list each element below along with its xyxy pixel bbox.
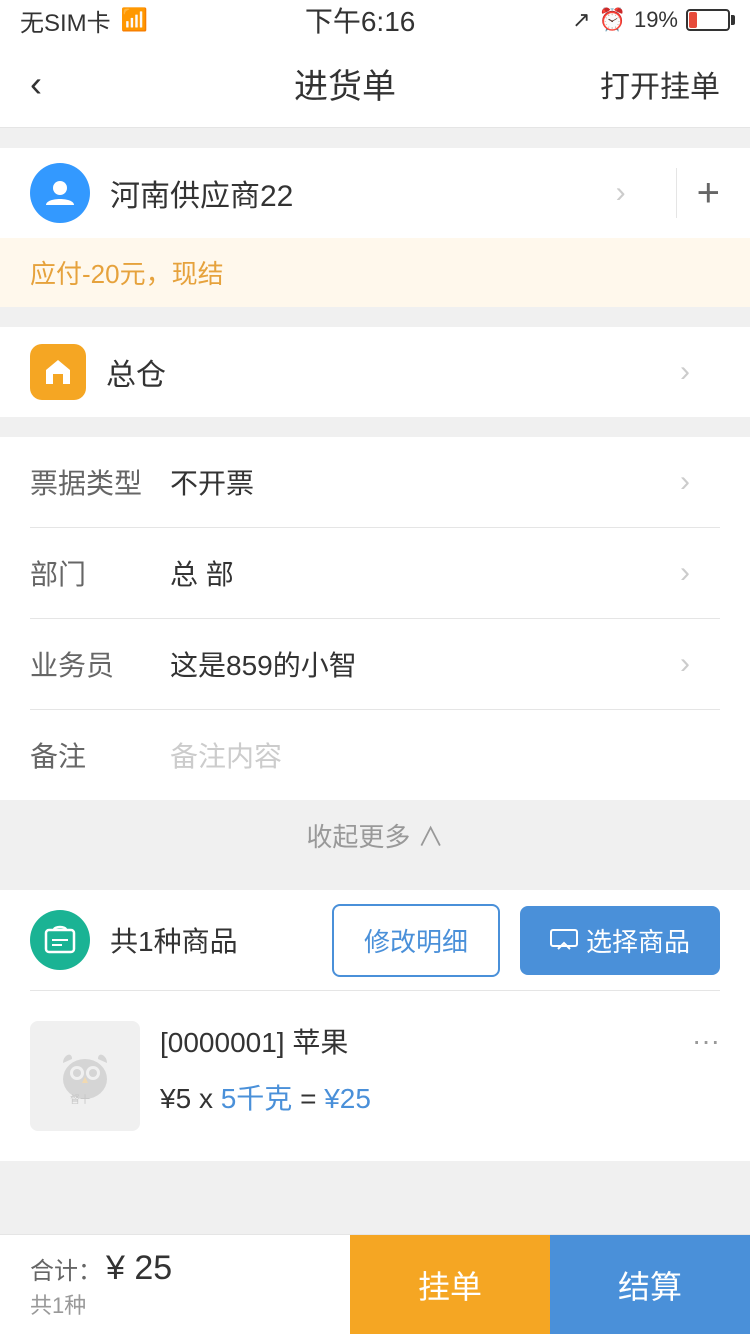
nav-bar: ‹ 进货单 打开挂单 (0, 40, 750, 128)
select-product-label: 选择商品 (586, 922, 690, 959)
warehouse-name: 总仓 (106, 350, 680, 394)
invoice-label: 票据类型 (30, 462, 170, 502)
total-row: 合计： ¥ 25 (30, 1249, 320, 1288)
invoice-chevron-icon: › (680, 465, 690, 499)
collapse-label: 收起更多 ∧ (306, 817, 443, 854)
product-more-button[interactable]: ··· (692, 1021, 720, 1131)
department-chevron-icon: › (680, 556, 690, 590)
product-code: [0000001] (160, 1027, 285, 1058)
total-count: 共1种 (30, 1288, 320, 1320)
product-header: 共1种商品 修改明细 选择商品 (0, 890, 750, 990)
total-label: 合计： (30, 1251, 102, 1286)
select-product-button[interactable]: 选择商品 (520, 906, 720, 975)
separator-4 (0, 870, 750, 890)
remark-label: 备注 (30, 735, 170, 775)
product-title: 苹果 (292, 1027, 348, 1058)
price-value: ¥5 (160, 1083, 191, 1114)
checkout-button[interactable]: 结算 (550, 1235, 750, 1334)
separator-3 (0, 417, 750, 437)
salesman-row[interactable]: 业务员 这是859的小智 › (0, 619, 750, 709)
price-separator: x (199, 1083, 221, 1114)
alarm-icon: ⏰ (599, 7, 626, 33)
product-section: 共1种商品 修改明细 选择商品 督十 (0, 890, 750, 1161)
status-bar: 无SIM卡 📶 下午6:16 ↗ ⏰ 19% (0, 0, 750, 40)
product-section-icon (30, 910, 90, 970)
carrier-text: 无SIM卡 (20, 3, 111, 38)
status-right: ↗ ⏰ 19% (572, 7, 730, 33)
status-time: 下午6:16 (305, 0, 416, 40)
supplier-avatar (30, 163, 90, 223)
footer-total: 合计： ¥ 25 共1种 (0, 1235, 350, 1334)
status-left: 无SIM卡 📶 (20, 3, 148, 38)
form-section: 票据类型 不开票 › 部门 总 部 › 业务员 这是859的小智 › 备注 备注… (0, 437, 750, 800)
department-value: 总 部 (170, 553, 680, 593)
warehouse-section: 总仓 › (0, 327, 750, 417)
product-price: ¥5 x 5千克 = ¥25 (160, 1077, 672, 1117)
chevron-right-icon: › (616, 176, 626, 210)
salesman-chevron-icon: › (680, 647, 690, 681)
salesman-value: 这是859的小智 (170, 644, 680, 684)
open-pending-button[interactable]: 打开挂单 (600, 62, 720, 106)
supplier-notice: 应付-20元，现结 (0, 238, 750, 307)
location-icon: ↗ (572, 7, 590, 33)
separator-1 (0, 128, 750, 148)
product-name: [0000001] 苹果 (160, 1021, 672, 1061)
battery-icon (686, 9, 730, 31)
supplier-name: 河南供应商22 (110, 171, 616, 215)
department-row[interactable]: 部门 总 部 › (0, 528, 750, 618)
separator-2 (0, 307, 750, 327)
invoice-value: 不开票 (170, 462, 680, 502)
add-supplier-button[interactable]: + (697, 171, 720, 216)
battery-percent: 19% (634, 7, 678, 33)
remark-value[interactable]: 备注内容 (170, 735, 720, 775)
remark-row[interactable]: 备注 备注内容 (0, 710, 750, 800)
product-item: 督十 [0000001] 苹果 ¥5 x 5千克 = ¥25 ··· (0, 991, 750, 1161)
hang-button[interactable]: 挂单 (350, 1235, 550, 1334)
product-total: ¥25 (324, 1083, 371, 1114)
product-count-label: 共1种商品 (110, 920, 312, 960)
invoice-type-row[interactable]: 票据类型 不开票 › (0, 437, 750, 527)
total-amount: ¥ 25 (106, 1249, 172, 1288)
supplier-row[interactable]: 河南供应商22 › + (0, 148, 750, 238)
salesman-label: 业务员 (30, 644, 170, 684)
warehouse-icon (30, 344, 86, 400)
svg-text:督十: 督十 (70, 1093, 90, 1106)
page-title: 进货单 (294, 59, 396, 108)
department-label: 部门 (30, 553, 170, 593)
warehouse-chevron-icon: › (680, 355, 690, 389)
collapse-button[interactable]: 收起更多 ∧ (0, 800, 750, 870)
supplier-divider (676, 168, 677, 218)
product-info: [0000001] 苹果 ¥5 x 5千克 = ¥25 (160, 1021, 672, 1131)
warehouse-row[interactable]: 总仓 › (0, 327, 750, 417)
supplier-section: 河南供应商22 › + 应付-20元，现结 (0, 148, 750, 307)
product-thumbnail: 督十 (30, 1021, 140, 1131)
wifi-icon: 📶 (121, 7, 148, 33)
edit-detail-button[interactable]: 修改明细 (332, 904, 500, 977)
footer: 合计： ¥ 25 共1种 挂单 结算 (0, 1234, 750, 1334)
equals-sign: = (300, 1083, 324, 1114)
product-qty: 5千克 (221, 1083, 293, 1114)
back-button[interactable]: ‹ (30, 63, 90, 105)
